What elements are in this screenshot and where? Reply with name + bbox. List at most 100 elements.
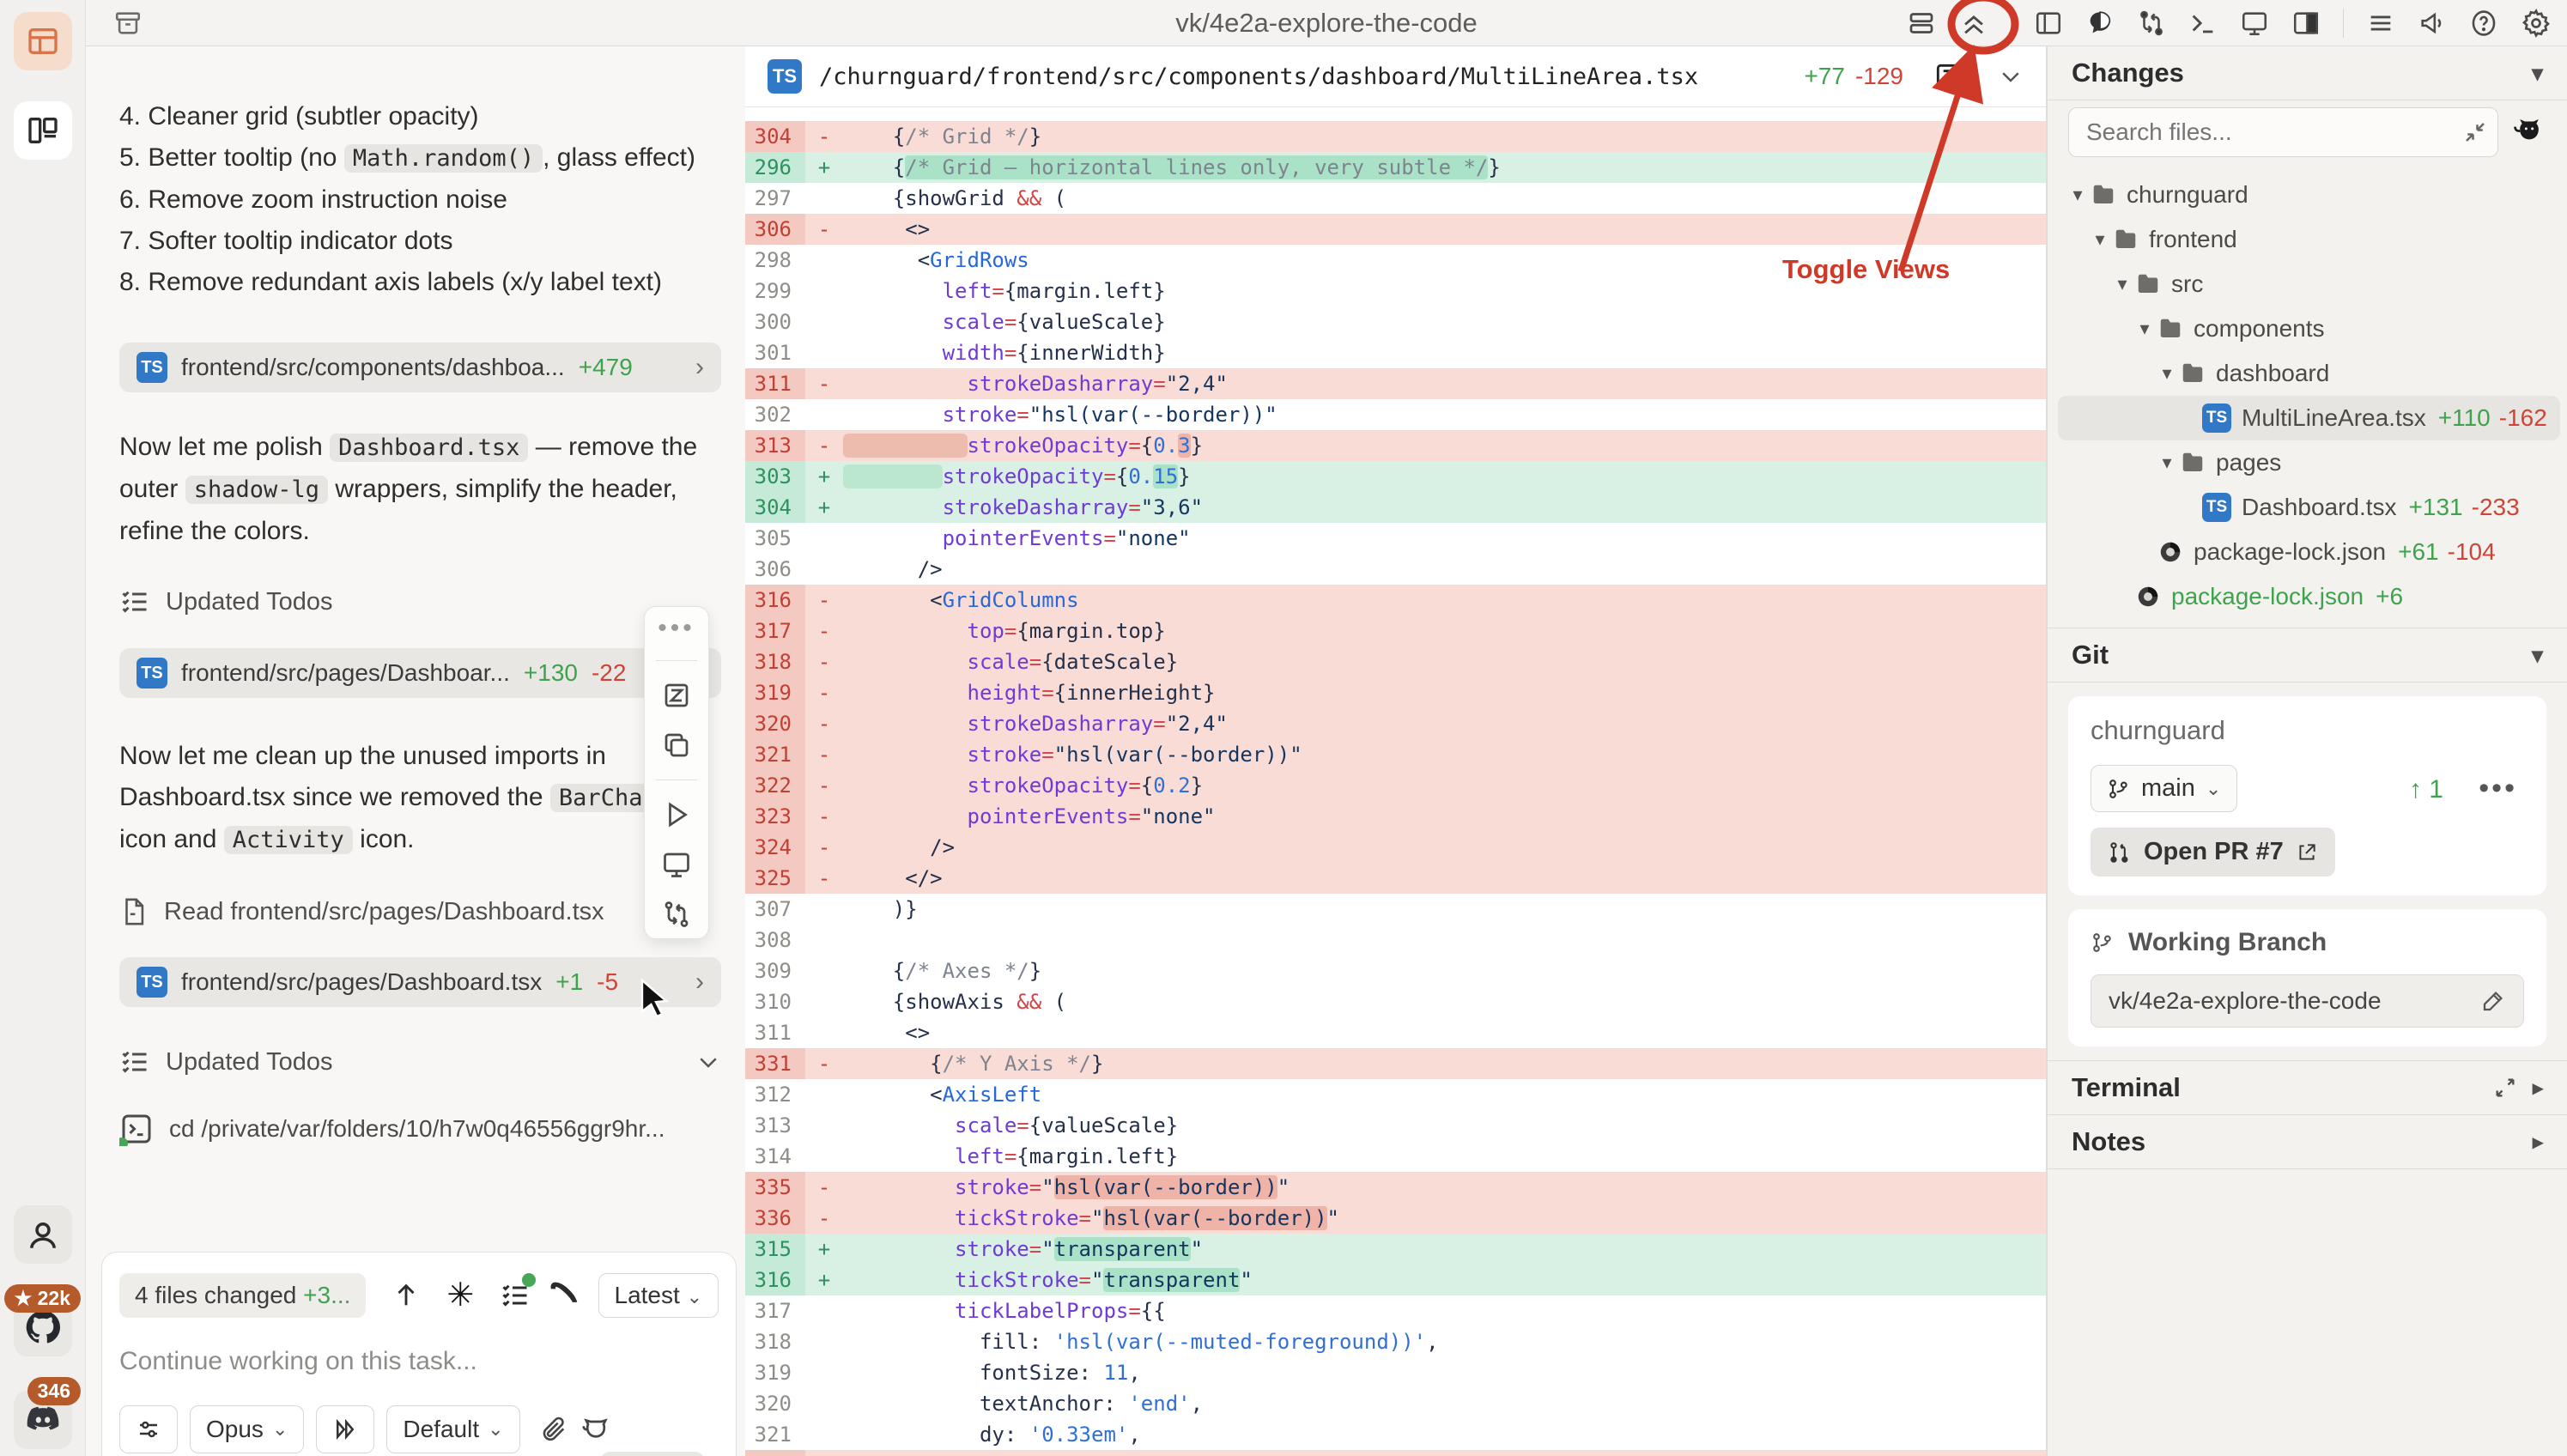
tree-item-components[interactable]: ▾components <box>2058 306 2560 351</box>
search-files-input[interactable] <box>2068 107 2498 157</box>
scroll-up-icon[interactable] <box>391 1281 421 1310</box>
diff-row[interactable]: 317- top={margin.top} <box>745 616 2046 646</box>
account-button[interactable] <box>14 1205 72 1264</box>
git-compare-icon[interactable] <box>2137 9 2166 38</box>
tree-item-package-lock-json[interactable]: package-lock.json+61-104 <box>2058 530 2560 574</box>
tree-item-src[interactable]: ▾src <box>2058 262 2560 306</box>
edit-pencil-icon[interactable] <box>2480 988 2506 1014</box>
files-changed-pill[interactable]: 4 files changed +3... <box>119 1273 366 1318</box>
diff-row[interactable]: 313- strokeOpacity={0.3} <box>745 430 2046 461</box>
latest-dropdown[interactable]: Latest ⌄ <box>598 1273 719 1318</box>
model-dropdown[interactable]: Opus ⌄ <box>190 1405 304 1453</box>
diff-row[interactable]: 311 <> <box>745 1017 2046 1048</box>
tree-item-churnguard[interactable]: ▾churnguard <box>2058 173 2560 217</box>
diff-row[interactable]: 309 {/* Axes */} <box>745 956 2046 986</box>
tree-item-multilinearea-tsx[interactable]: TSMultiLineArea.tsx+110-162 <box>2058 396 2560 440</box>
diff-row[interactable]: 323- pointerEvents="none" <box>745 801 2046 832</box>
terminal-section-header[interactable]: Terminal ▸ <box>2048 1061 2567 1114</box>
monitor-icon[interactable] <box>2240 9 2269 38</box>
left-panel-icon[interactable] <box>2034 9 2063 38</box>
expand-diagonal-icon[interactable] <box>2493 1076 2517 1100</box>
diff-row[interactable]: 336- tickStroke="hsl(var(--border))" <box>745 1203 2046 1234</box>
tree-item-package-lock-json[interactable]: package-lock.json+6 <box>2058 574 2560 619</box>
read-file-row[interactable]: Read frontend/src/pages/Dashboard.tsx <box>119 897 721 926</box>
attach-icon[interactable] <box>539 1415 568 1444</box>
toggle-views-icon[interactable] <box>1906 8 1937 39</box>
diff-row[interactable]: 317 tickLabelProps={{ <box>745 1295 2046 1326</box>
tree-item-dashboard[interactable]: ▾dashboard <box>2058 351 2560 396</box>
right-panel-icon[interactable] <box>2291 9 2321 38</box>
diff-row[interactable]: 311- strokeDasharray="2,4" <box>745 368 2046 399</box>
working-branch-field[interactable]: vk/4e2a-explore-the-code <box>2091 974 2524 1028</box>
copy-icon[interactable] <box>661 730 692 761</box>
gear-icon[interactable] <box>2521 8 2552 39</box>
branch-dropdown[interactable]: main ⌄ <box>2091 765 2237 812</box>
diff-row[interactable]: 324- /> <box>745 832 2046 863</box>
diff-row[interactable]: 308 <box>745 925 2046 956</box>
layout-view-button[interactable] <box>14 12 72 70</box>
monitor-icon[interactable] <box>661 849 692 880</box>
diff-row[interactable] <box>745 1450 2046 1456</box>
diff-row[interactable]: 312 <AxisLeft <box>745 1079 2046 1110</box>
diff-view-icon[interactable] <box>661 680 692 711</box>
diff-row[interactable]: 319 fontSize: 11, <box>745 1357 2046 1388</box>
diff-row[interactable]: 303+ strokeOpacity={0.15} <box>745 461 2046 492</box>
diff-row[interactable]: 305 pointerEvents="none" <box>745 523 2046 554</box>
diff-row[interactable]: 302 stroke="hsl(var(--border))" <box>745 399 2046 430</box>
diff-row[interactable]: 307 )} <box>745 894 2046 925</box>
chat-bubble-icon[interactable] <box>2085 9 2115 38</box>
file-change-chip[interactable]: TS frontend/src/components/dashboa... +4… <box>119 343 721 392</box>
burst-icon[interactable]: ✳ <box>446 1279 474 1312</box>
github-button[interactable]: ★ 22k <box>14 1298 72 1356</box>
todo-list-icon[interactable] <box>500 1280 531 1311</box>
more-dots-icon[interactable]: ••• <box>2479 772 2517 805</box>
diff-row[interactable]: 322- strokeOpacity={0.2} <box>745 770 2046 801</box>
collapse-all-icon[interactable] <box>1959 9 1988 38</box>
diff-mode-icon[interactable] <box>1933 60 1965 93</box>
megaphone-icon[interactable] <box>2418 9 2447 38</box>
tree-item-pages[interactable]: ▾pages <box>2058 440 2560 485</box>
cat-icon[interactable] <box>2512 115 2546 149</box>
mode-dropdown[interactable]: Default ⌄ <box>386 1405 519 1453</box>
git-section-header[interactable]: Git ▾ <box>2048 628 2567 682</box>
diff-row[interactable]: 331- {/* Y Axis */} <box>745 1048 2046 1079</box>
updated-todos-row[interactable]: Updated Todos <box>119 586 721 617</box>
diff-row[interactable]: 320 textAnchor: 'end', <box>745 1388 2046 1419</box>
diff-row[interactable]: 301 width={innerWidth} <box>745 337 2046 368</box>
settings-sliders-button[interactable] <box>119 1405 178 1453</box>
diff-row[interactable]: 310 {showAxis && ( <box>745 986 2046 1017</box>
git-compare-icon[interactable] <box>661 899 692 930</box>
open-pr-button[interactable]: Open PR #7 <box>2091 828 2335 877</box>
diff-row[interactable]: 316- <GridColumns <box>745 585 2046 616</box>
collapse-diagonal-icon[interactable] <box>2462 119 2488 145</box>
diff-row[interactable]: 313 scale={valueScale} <box>745 1110 2046 1141</box>
cat-icon[interactable] <box>580 1414 611 1445</box>
chevron-down-icon[interactable] <box>1998 64 2024 89</box>
diff-row[interactable]: 296+ {/* Grid — horizontal lines only, v… <box>745 152 2046 183</box>
diff-row[interactable]: 321- stroke="hsl(var(--border))" <box>745 739 2046 770</box>
notes-section-header[interactable]: Notes ▸ <box>2048 1115 2567 1168</box>
diff-row[interactable]: 315+ stroke="transparent" <box>745 1234 2046 1265</box>
tree-item-dashboard-tsx[interactable]: TSDashboard.tsx+131-233 <box>2058 485 2560 530</box>
diff-row[interactable]: 335- stroke="hsl(var(--border))" <box>745 1172 2046 1203</box>
diff-row[interactable]: 314 left={margin.left} <box>745 1141 2046 1172</box>
changes-section-header[interactable]: Changes ▾ <box>2048 46 2567 100</box>
diff-row[interactable]: 321 dy: '0.33em', <box>745 1419 2046 1450</box>
help-icon[interactable] <box>2469 9 2498 38</box>
diff-row[interactable]: 297 {showGrid && ( <box>745 183 2046 214</box>
composer-input[interactable]: Continue working on this task... <box>119 1347 719 1376</box>
diff-row[interactable]: 304- {/* Grid */} <box>745 121 2046 152</box>
play-icon[interactable] <box>661 799 692 830</box>
tree-item-frontend[interactable]: ▾frontend <box>2058 217 2560 262</box>
board-view-button[interactable] <box>14 101 72 160</box>
more-dots-icon[interactable]: ••• <box>658 616 695 641</box>
diff-row[interactable]: 319- height={innerHeight} <box>745 677 2046 708</box>
diff-code[interactable]: 304- {/* Grid */}296+ {/* Grid — horizon… <box>745 107 2046 1456</box>
diff-row[interactable]: 318 fill: 'hsl(var(--muted-foreground))'… <box>745 1326 2046 1357</box>
menu-icon[interactable] <box>2366 9 2395 38</box>
archive-box-icon[interactable] <box>113 9 143 38</box>
diff-row[interactable]: 320- strokeDasharray="2,4" <box>745 708 2046 739</box>
diff-row[interactable]: 306- <> <box>745 214 2046 245</box>
discord-button[interactable]: 346 <box>14 1391 72 1449</box>
diff-row[interactable]: 325- </> <box>745 863 2046 894</box>
